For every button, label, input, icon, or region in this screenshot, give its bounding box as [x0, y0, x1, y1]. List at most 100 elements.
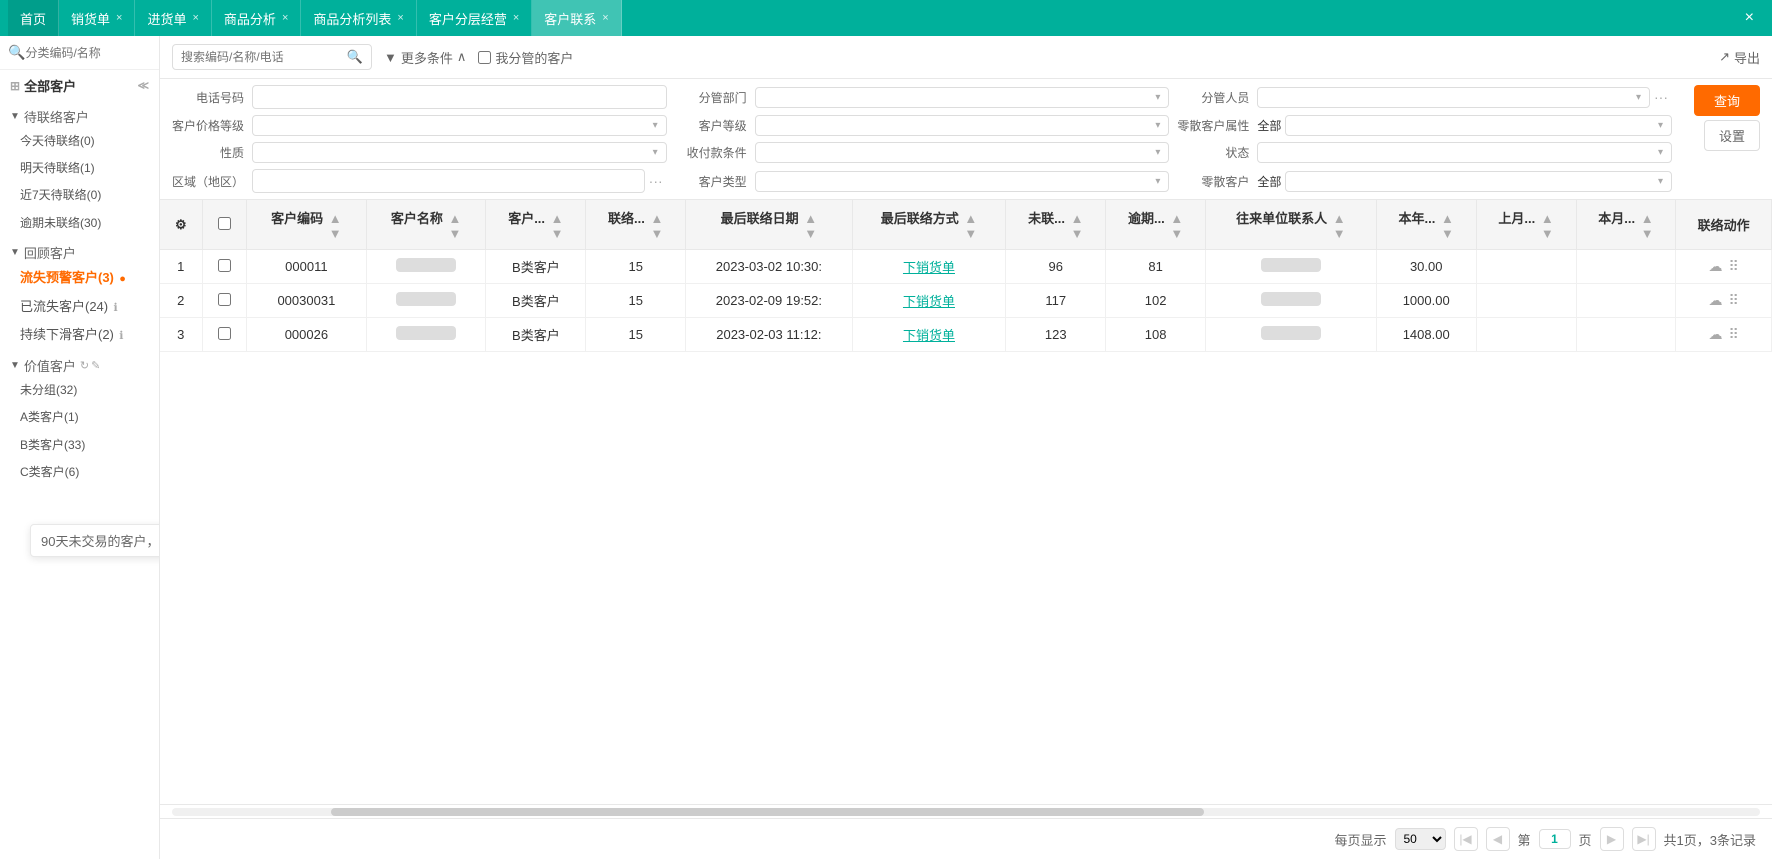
unlisted-days-col-header[interactable]: 未联... ▲▼ — [1006, 200, 1106, 250]
more-action-icon[interactable]: ⠿ — [1729, 258, 1739, 275]
sidebar-item-today-pending[interactable]: 今天待联络(0) — [0, 128, 159, 155]
region-dots-icon[interactable]: ··· — [645, 173, 667, 189]
edit-icon[interactable]: ✎ — [91, 359, 100, 372]
sidebar-search-input[interactable] — [25, 46, 160, 60]
nav-tab-customer-tier[interactable]: 客户分层经营 × — [417, 0, 532, 36]
more-action-icon[interactable]: ⠿ — [1729, 326, 1739, 343]
sidebar-item-overdue-pending[interactable]: 逾期未联络(30) — [0, 210, 159, 237]
phone-input[interactable] — [252, 85, 667, 109]
sidebar-item-declining[interactable]: 持续下滑客户(2) ℹ — [0, 321, 159, 350]
last-month-col-header[interactable]: 上月... ▲▼ — [1476, 200, 1576, 250]
status-select[interactable]: ▾ — [1257, 142, 1672, 163]
horizontal-scrollbar[interactable] — [160, 804, 1772, 818]
name-col-header[interactable]: 客户名称 ▲▼ — [366, 200, 486, 250]
next-page-button[interactable]: ▶ — [1600, 827, 1624, 851]
search-icon[interactable]: 🔍 — [8, 44, 25, 61]
nature-select[interactable]: ▾ — [252, 142, 667, 163]
search-submit-icon[interactable]: 🔍 — [347, 49, 363, 65]
overdue-days-col-header[interactable]: 逾期... ▲▼ — [1106, 200, 1206, 250]
more-action-icon[interactable]: ⠿ — [1729, 292, 1739, 309]
type-col-header[interactable]: 客户... ▲▼ — [486, 200, 586, 250]
row-last-method[interactable]: 下销货单 — [852, 284, 1006, 318]
setting-button[interactable]: 设置 — [1704, 120, 1760, 151]
scroll-track[interactable] — [172, 808, 1760, 816]
chevron-down-icon: ▾ — [1155, 120, 1160, 131]
nav-tab-customer-contact[interactable]: 客户联系 × — [532, 0, 621, 36]
close-icon[interactable]: × — [513, 12, 519, 24]
this-month-col-header[interactable]: 本月... ▲▼ — [1576, 200, 1676, 250]
sidebar-item-b-class[interactable]: B类客户(33) — [0, 432, 159, 459]
more-options-icon[interactable]: ··· — [1650, 89, 1672, 105]
row-last-method[interactable]: 下销货单 — [852, 318, 1006, 352]
my-customers-check[interactable] — [478, 51, 491, 64]
row-check[interactable] — [218, 259, 231, 272]
this-year-col-header[interactable]: 本年... ▲▼ — [1376, 200, 1476, 250]
close-icon[interactable]: × — [602, 12, 608, 24]
person-select[interactable]: ▾ — [1257, 87, 1650, 108]
retail-customer-select[interactable]: ▾ — [1285, 171, 1672, 192]
contact-icon[interactable]: ☁ — [1709, 326, 1723, 343]
blurred-name — [396, 326, 456, 340]
last-contact-date-col-header[interactable]: 最后联络日期 ▲▼ — [686, 200, 852, 250]
close-icon[interactable]: × — [397, 12, 403, 24]
sidebar-group-pending[interactable]: ▼ 待联络客户 — [0, 101, 159, 128]
sidebar-group-review[interactable]: ▼ 回顾客户 — [0, 237, 159, 264]
sidebar-item-tomorrow-pending[interactable]: 明天待联络(1) — [0, 155, 159, 182]
row-checkbox[interactable] — [202, 318, 246, 352]
page-number-input[interactable] — [1539, 829, 1571, 849]
contact-person-col-header[interactable]: 往来单位联系人 ▲▼ — [1206, 200, 1377, 250]
nav-tab-analysis[interactable]: 商品分析 × — [212, 0, 301, 36]
nav-tab-sales[interactable]: 销货单 × — [59, 0, 135, 36]
contact-icon[interactable]: ☁ — [1709, 258, 1723, 275]
query-button[interactable]: 查询 — [1694, 85, 1760, 116]
nav-tab-analysis-list[interactable]: 商品分析列表 × — [301, 0, 416, 36]
row-check[interactable] — [218, 327, 231, 340]
scroll-thumb[interactable] — [331, 808, 1204, 816]
prev-page-button[interactable]: ◀ — [1486, 827, 1510, 851]
advanced-filter-panel: 电话号码 分管部门 ▾ 分管人员 — [160, 79, 1772, 200]
sidebar-item-a-class[interactable]: A类客户(1) — [0, 404, 159, 431]
sort-icon: ▲▼ — [1641, 211, 1654, 241]
contact-days-col-header[interactable]: 联络... ▲▼ — [586, 200, 686, 250]
select-all-checkbox[interactable] — [218, 217, 231, 230]
row-checkbox[interactable] — [202, 284, 246, 318]
per-page-select[interactable]: 50 100 200 — [1395, 828, 1446, 850]
sidebar-item-c-class[interactable]: C类客户(6) — [0, 459, 159, 486]
sidebar-item-week-pending[interactable]: 近7天待联络(0) — [0, 182, 159, 209]
row-last-method[interactable]: 下销货单 — [852, 250, 1006, 284]
contact-icon[interactable]: ☁ — [1709, 292, 1723, 309]
more-conditions-button[interactable]: ▼ 更多条件 ∧ — [384, 48, 466, 67]
sidebar-item-churn-warning[interactable]: 流失预警客户(3) ● — [0, 264, 159, 293]
region-input[interactable] — [252, 169, 645, 193]
first-page-button[interactable]: |◀ — [1454, 827, 1478, 851]
sidebar-item-churned[interactable]: 已流失客户(24) ℹ — [0, 293, 159, 322]
settings-col-header[interactable]: ⚙ — [160, 200, 202, 250]
dept-select[interactable]: ▾ — [755, 87, 1170, 108]
sidebar-all-customers[interactable]: ⊞ 全部客户 ≪ — [0, 70, 159, 101]
close-icon[interactable]: × — [192, 12, 198, 24]
export-button[interactable]: ↗ 导出 — [1719, 48, 1760, 67]
row-checkbox[interactable] — [202, 250, 246, 284]
arrow-icon: ▼ — [10, 247, 20, 258]
customer-type-select[interactable]: ▾ — [755, 171, 1170, 192]
close-icon[interactable]: × — [282, 12, 288, 24]
row-check[interactable] — [218, 293, 231, 306]
window-close-button[interactable]: × — [1735, 9, 1764, 27]
payment-select[interactable]: ▾ — [755, 142, 1170, 163]
nav-tab-home[interactable]: 首页 — [8, 0, 59, 36]
code-col-header[interactable]: 客户编码 ▲▼ — [247, 200, 367, 250]
close-icon[interactable]: × — [116, 12, 122, 24]
customer-tier-select[interactable]: ▾ — [755, 115, 1170, 136]
sidebar-item-ungrouped[interactable]: 未分组(32) — [0, 377, 159, 404]
last-page-button[interactable]: ▶| — [1632, 827, 1656, 851]
my-customers-checkbox[interactable]: 我分管的客户 — [478, 48, 573, 67]
nav-tab-purchase[interactable]: 进货单 × — [135, 0, 211, 36]
refresh-icon[interactable]: ↻ — [80, 359, 89, 372]
sidebar-group-value[interactable]: ▼ 价值客户 ↻ ✎ — [0, 350, 159, 377]
last-contact-method-col-header[interactable]: 最后联络方式 ▲▼ — [852, 200, 1006, 250]
checkbox-col-header[interactable] — [202, 200, 246, 250]
price-tier-select[interactable]: ▾ — [252, 115, 667, 136]
search-input[interactable] — [181, 50, 347, 64]
retail-attr-select[interactable]: ▾ — [1285, 115, 1672, 136]
row-index: 2 — [160, 284, 202, 318]
